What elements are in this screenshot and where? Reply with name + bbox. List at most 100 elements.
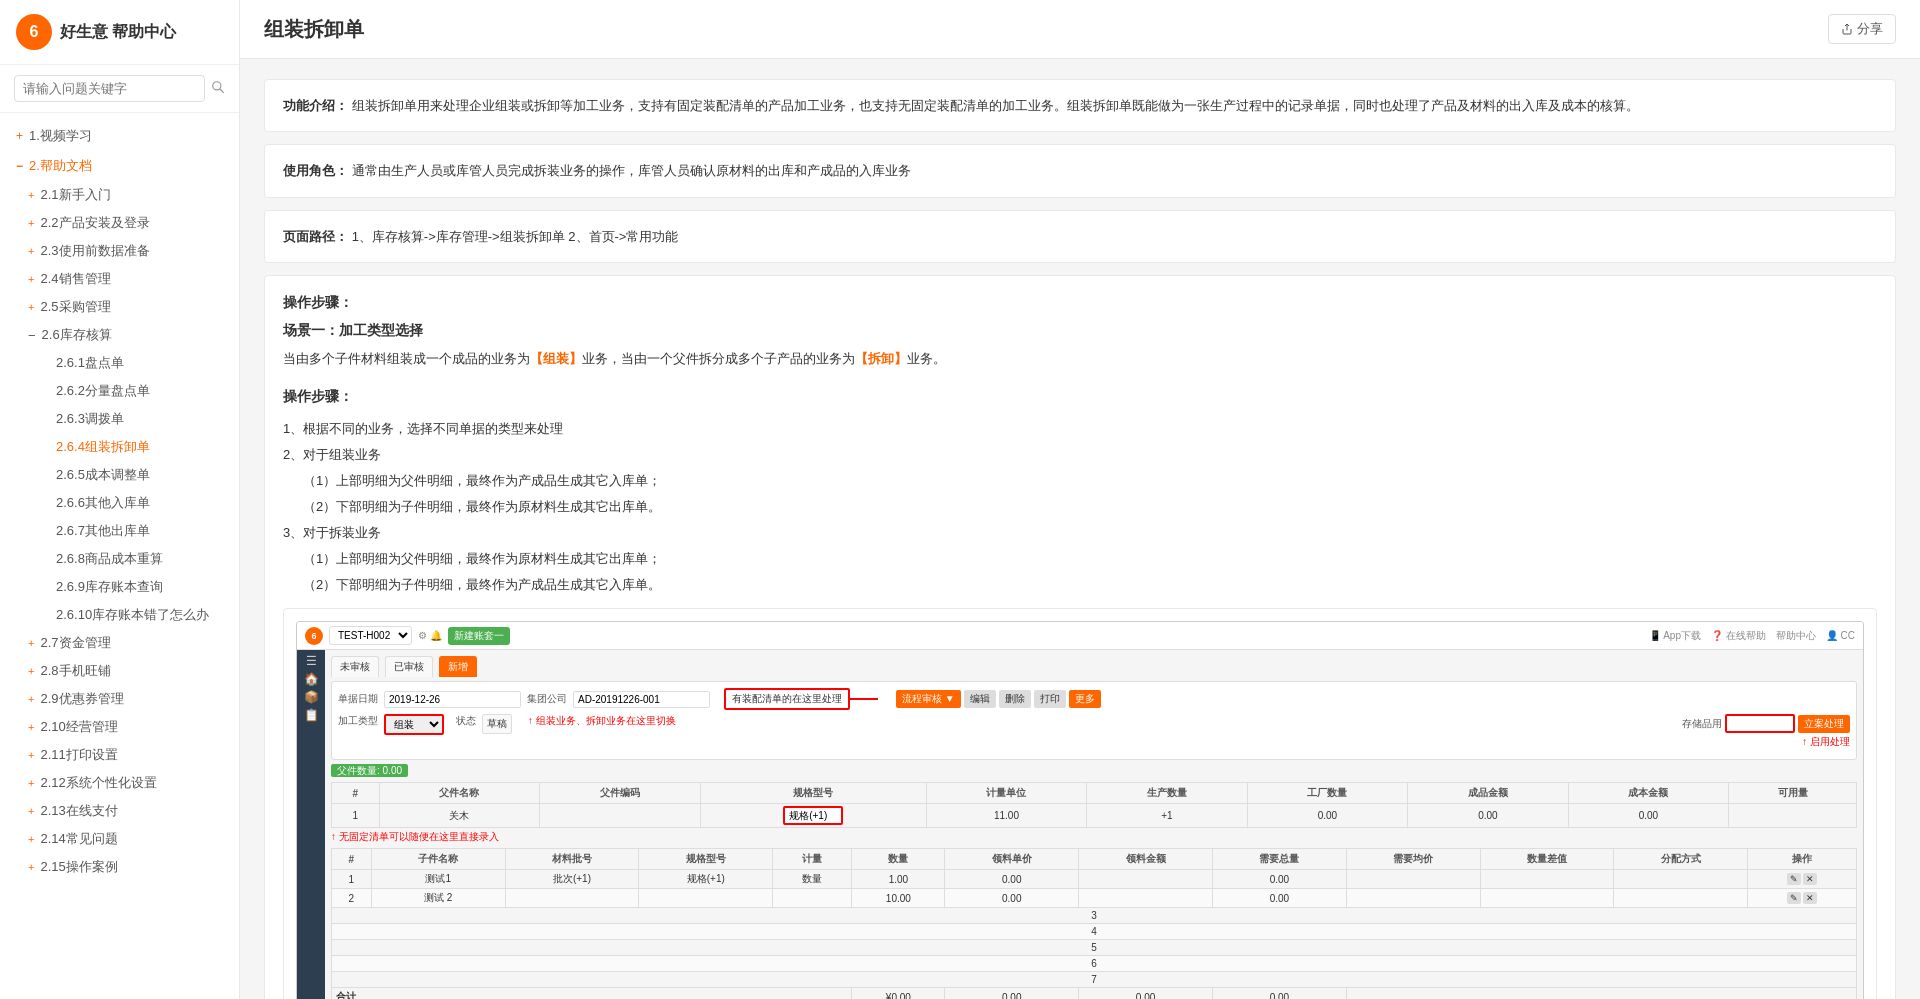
col2-num: # [332,849,372,870]
sidebar-item-docs-26[interactable]: − 2.6库存核算 [28,321,239,349]
expand-icon: + [28,721,34,733]
sim-section-badge: 父件数量: 0.00 [331,764,408,777]
sidebar-item-docs-210[interactable]: + 2.10经营管理 [28,713,239,741]
sidebar-item-video[interactable]: + 1.视频学习 [0,121,239,151]
sim-type-select[interactable]: 组装 拆卸 [384,714,444,735]
sim-confirm-btn[interactable]: 立案处理 [1798,715,1850,733]
sim-status-value: 草稿 [482,714,512,734]
sim-tab-unreviewed[interactable]: 未审核 [331,656,379,677]
sim-form-row1: 单据日期 集团公司 有装配清单的在这里处理 [338,688,1850,710]
sidebar-item-docs-266[interactable]: 2.6.6其他入库单 [56,489,239,517]
path-text: 1、库存核算->库存管理->组装拆卸单 2、首页->常用功能 [352,229,679,244]
expand-icon: + [28,805,34,817]
sim-sub-table: # 子件名称 材料批号 规格型号 计量 数量 领料单价 领料金额 需要总量 [331,848,1857,999]
role-text: 通常由生产人员或库管人员完成拆装业务的操作，库管人员确认原材料的出库和产成品的入… [352,163,911,178]
sim-tab-reviewed[interactable]: 已审核 [385,656,433,677]
sidebar-item-docs-267[interactable]: 2.6.7其他出库单 [56,517,239,545]
sidebar-item-docs-28[interactable]: + 2.8手机旺铺 [28,657,239,685]
sidebar-item-docs-213[interactable]: + 2.13在线支付 [28,797,239,825]
sidebar-item-docs-214[interactable]: + 2.14常见问题 [28,825,239,853]
sim-row-edit-btn[interactable]: ✎ [1787,873,1801,885]
sim-row-edit-btn[interactable]: ✎ [1787,892,1801,904]
col-parent-code: 父件编码 [540,783,701,804]
col2-batch: 材料批号 [505,849,639,870]
expand-icon: + [16,129,23,143]
intro-text: 组装拆卸单用来处理企业组装或拆卸等加工业务，支持有固定装配清单的产品加工业务，也… [352,98,1639,113]
sidebar-item-docs-2610[interactable]: 2.6.10库存账本错了怎么办 [56,601,239,629]
screenshot-container: 6 TEST-H002 ⚙ 🔔 新建账套一 📱 App下载 ❓ 在线帮助 帮助中… [283,608,1877,999]
sim-print-btn[interactable]: 打印 [1034,690,1066,708]
sim-new-btn[interactable]: 新建账套一 [448,627,510,645]
footer-uprice: 0.00 [945,988,1079,999]
sidebar-item-docs-265[interactable]: 2.6.5成本调整单 [56,461,239,489]
cell-spec [700,804,926,828]
sidebar-item-docs-21[interactable]: + 2.1新手入门 [28,181,239,209]
search-input[interactable] [14,75,205,102]
sidebar-item-docs-29[interactable]: + 2.9优惠券管理 [28,685,239,713]
sim-section-label-area: 父件数量: 0.00 [331,764,1857,778]
sim-action-btns: 流程审核 ▼ 编辑 删除 打印 更多 [896,690,1101,708]
sidebar-item-docs-23[interactable]: + 2.3使用前数据准备 [28,237,239,265]
expand-icon: + [28,637,34,649]
sim-spec-input[interactable] [783,806,843,825]
sim-app-download: 📱 App下载 [1649,629,1701,643]
sim-more-btn[interactable]: 更多 [1069,690,1101,708]
sidebar-item-docs-215[interactable]: + 2.15操作案例 [28,853,239,881]
cell-unit [773,889,852,908]
sim-nav-icon-2: 🏠 [304,672,319,686]
sim-type-label: 加工类型 [338,714,378,728]
footer-amt: 0.00 [1079,988,1213,999]
sim-nav-icon-4: 📋 [304,708,319,722]
sim-tab-new[interactable]: 新增 [439,656,477,677]
cell-amt [1079,889,1213,908]
cell-uprice: 0.00 [945,889,1079,908]
sim-docno-input[interactable] [573,691,710,708]
sidebar-item-docs-262[interactable]: 2.6.2分量盘点单 [56,377,239,405]
col2-avg: 需要均价 [1346,849,1480,870]
sidebar-item-docs-264[interactable]: 2.6.4组装拆卸单 [56,433,239,461]
cell-avail [1729,804,1857,828]
sidebar-item-docs-22[interactable]: + 2.2产品安装及登录 [28,209,239,237]
sim-annotation4: ↑ 无固定清单可以随便在这里直接录入 [331,830,1857,844]
ops-steps-title: 操作步骤： [283,382,1877,410]
sidebar-item-docs-211[interactable]: + 2.11打印设置 [28,741,239,769]
sidebar-item-docs-268[interactable]: 2.6.8商品成本重算 [56,545,239,573]
sidebar-item-docs-25[interactable]: + 2.5采购管理 [28,293,239,321]
sim-delete-btn[interactable]: 删除 [999,690,1031,708]
table-row: 1 测试1 批次(+1) 规格(+1) 数量 1.00 0.00 0.00 [332,870,1857,889]
sidebar-item-docs-24[interactable]: + 2.4销售管理 [28,265,239,293]
collapse-icon: − [28,328,36,343]
sim-company-select[interactable]: TEST-H002 [329,626,412,645]
cell-name: 关木 [379,804,540,828]
sim-process-btn[interactable]: 流程审核 ▼ [896,690,961,708]
sim-company-label: 集团公司 [527,692,567,706]
sim-form-area: 单据日期 集团公司 有装配清单的在这里处理 [331,681,1857,760]
sim-edit-btn[interactable]: 编辑 [964,690,996,708]
search-icon[interactable] [211,80,225,97]
sim-date-input[interactable] [384,691,521,708]
sidebar-item-docs-263[interactable]: 2.6.3调拨单 [56,405,239,433]
cell-spec: 规格(+1) [639,870,773,889]
sidebar-item-docs[interactable]: − 2.帮助文档 [0,151,239,181]
cell-spec [639,889,773,908]
sim-youyong-input[interactable] [1725,714,1795,733]
share-button[interactable]: 分享 [1828,14,1896,44]
sim-youyong-area: 存储品用 立案处理 ↑ 启用处理 [1682,714,1850,749]
col-available: 可用量 [1729,783,1857,804]
step3-sub2: （2）下部明细为子件明细，最终作为产成品生成其它入库单。 [303,572,1877,598]
sidebar-item-docs-27[interactable]: + 2.7资金管理 [28,629,239,657]
sim-form-row2: 加工类型 组装 拆卸 状态 草稿 ↑ 组装业务、拆卸业务 [338,714,1850,749]
sim-row-delete-btn[interactable]: ✕ [1803,873,1817,885]
col-parent-name: 父件名称 [379,783,540,804]
cell-qty: 10.00 [852,889,945,908]
main-content: 组装拆卸单 分享 功能介绍： 组装拆卸单用来处理企业组装或拆卸等加工业务，支持有… [240,0,1920,999]
sidebar-item-docs-269[interactable]: 2.6.9库存账本查询 [56,573,239,601]
sim-nav-icon-1: ☰ [306,654,317,668]
page-title: 组装拆卸单 [264,16,364,43]
footer-qty: ¥0.00 [852,988,945,999]
path-label: 页面路径： [283,229,348,244]
sim-sub-table-header: # 子件名称 材料批号 规格型号 计量 数量 领料单价 领料金额 需要总量 [332,849,1857,870]
sim-row-delete-btn[interactable]: ✕ [1803,892,1817,904]
sidebar-item-docs-212[interactable]: + 2.12系统个性化设置 [28,769,239,797]
sidebar-item-docs-261[interactable]: 2.6.1盘点单 [56,349,239,377]
